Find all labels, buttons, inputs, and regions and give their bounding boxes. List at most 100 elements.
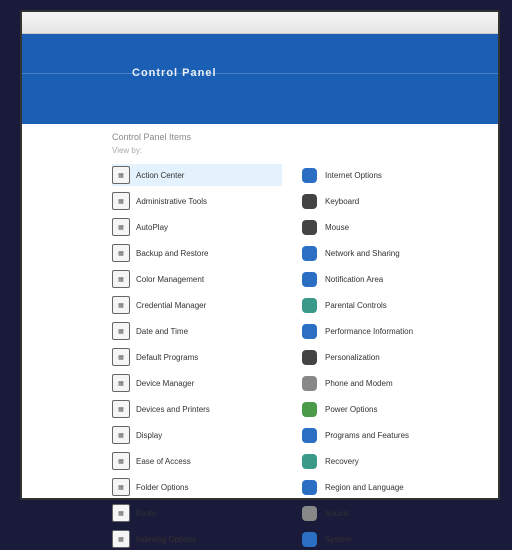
list-item[interactable]: ▦Display: [112, 424, 282, 446]
item-text: Ease of Access: [136, 457, 191, 466]
item-label: Internet Options: [325, 171, 382, 180]
item-text: Network and Sharing: [325, 249, 400, 258]
item-text: Notification Area: [325, 275, 383, 284]
list-item[interactable]: Keyboard: [302, 190, 512, 212]
item-label: Credential Manager: [136, 301, 206, 310]
item-icon: [302, 272, 317, 287]
list-item[interactable]: ▦ Color Management: [112, 268, 282, 290]
content-area: Control Panel Items View by: ▦Action Cen…: [22, 124, 498, 498]
item-icon: ▦: [112, 244, 130, 262]
titlebar[interactable]: [22, 12, 498, 34]
list-item[interactable]: ▦Device Manager: [112, 372, 282, 394]
item-text: Fonts: [136, 509, 156, 518]
item-text: Action Center: [136, 171, 184, 180]
item-icon: [302, 324, 317, 339]
item-icon: [302, 402, 317, 417]
view-by-label: View by:: [112, 146, 142, 155]
item-icon: [302, 428, 317, 443]
item-text: Folder Options: [136, 483, 188, 492]
item-text: Devices and Printers: [136, 405, 210, 414]
item-icon: [302, 246, 317, 261]
item-icon: [302, 194, 317, 209]
item-text: Performance Information: [325, 327, 413, 336]
list-item[interactable]: Mouse: [302, 216, 512, 238]
item-text: Region and Language: [325, 483, 404, 492]
list-item[interactable]: ▦ Devices and Printers: [112, 398, 282, 420]
item-text: Recovery: [325, 457, 359, 466]
item-label: Indexing Options: [136, 535, 196, 544]
breadcrumb[interactable]: Control Panel Items: [112, 132, 191, 142]
list-item[interactable]: System: [302, 528, 512, 550]
list-item[interactable]: Network and Sharing: [302, 242, 512, 264]
item-text: Date and Time: [136, 327, 188, 336]
list-item[interactable]: Sound: [302, 502, 512, 524]
list-item[interactable]: ▦ AutoPlay: [112, 216, 282, 238]
item-icon: [302, 168, 317, 183]
item-text: Display: [136, 431, 162, 440]
item-text: Keyboard: [325, 197, 359, 206]
item-label: Folder Options: [136, 483, 188, 492]
item-icon: [302, 480, 317, 495]
item-text: System: [325, 535, 352, 544]
item-text: Internet Options: [325, 171, 382, 180]
item-text: Device Manager: [136, 379, 194, 388]
list-item[interactable]: Parental Controls: [302, 294, 512, 316]
item-label: Personalization: [325, 353, 380, 362]
page-title: Control Panel: [132, 67, 217, 79]
list-item[interactable]: Internet Options: [302, 164, 512, 186]
list-item[interactable]: Programs and Features: [302, 424, 512, 446]
list-item[interactable]: ▦Folder Options: [112, 476, 282, 498]
list-item[interactable]: Performance Information: [302, 320, 512, 342]
item-icon: ▦: [112, 322, 130, 340]
item-icon: ▦: [112, 270, 130, 288]
list-item[interactable]: ▦Credential Manager: [112, 294, 282, 316]
item-label: Performance Information: [325, 327, 413, 336]
item-text: Parental Controls: [325, 301, 387, 310]
list-item[interactable]: Phone and Modem: [302, 372, 512, 394]
item-label: System: [325, 535, 352, 544]
item-text: Default Programs: [136, 353, 198, 362]
item-text: Phone and Modem: [325, 379, 393, 388]
item-text: Personalization: [325, 353, 380, 362]
list-item[interactable]: Personalization: [302, 346, 512, 368]
list-item[interactable]: ▦Indexing Options: [112, 528, 282, 550]
item-text: Power Options: [325, 405, 377, 414]
item-icon: [302, 350, 317, 365]
item-label: Notification Area: [325, 275, 383, 284]
item-icon: ▦: [112, 400, 130, 418]
list-item[interactable]: Notification Area: [302, 268, 512, 290]
item-icon: ▦: [112, 218, 130, 236]
column-2: Internet Options Keyboard Mouse Network and…: [302, 164, 512, 550]
list-item[interactable]: ▦ Date and Time: [112, 320, 282, 342]
item-label: Parental Controls: [325, 301, 387, 310]
list-item[interactable]: ▦Fonts: [112, 502, 282, 524]
item-text: AutoPlay: [136, 223, 168, 232]
item-text: Backup and Restore: [136, 249, 209, 258]
item-label: Sound: [325, 509, 348, 518]
item-label: Display: [136, 431, 162, 440]
item-icon: [302, 376, 317, 391]
item-label: Phone and Modem: [325, 379, 393, 388]
item-label: Network and Sharing: [325, 249, 400, 258]
item-text: Color Management: [136, 275, 204, 284]
item-text: Mouse: [325, 223, 349, 232]
list-item[interactable]: ▦Ease of Access: [112, 450, 282, 472]
list-item[interactable]: Power Options: [302, 398, 512, 420]
item-icon: ▦: [112, 348, 130, 366]
list-item[interactable]: ▦Action Center: [112, 164, 282, 186]
list-item[interactable]: Region and Language: [302, 476, 512, 498]
item-label: Recovery: [325, 457, 359, 466]
item-label: Device Manager: [136, 379, 194, 388]
list-item[interactable]: ▦ Default Programs: [112, 346, 282, 368]
item-label: Action Center: [136, 171, 184, 180]
item-text: Administrative Tools: [136, 197, 207, 206]
item-text: Credential Manager: [136, 301, 206, 310]
item-label: Date and Time: [136, 327, 188, 336]
list-item[interactable]: ▦ Backup and Restore: [112, 242, 282, 264]
item-text: Sound: [325, 509, 348, 518]
item-icon: [302, 298, 317, 313]
item-icon: [302, 532, 317, 547]
list-item[interactable]: ▦Administrative Tools: [112, 190, 282, 212]
item-label: Administrative Tools: [136, 197, 207, 206]
list-item[interactable]: Recovery: [302, 450, 512, 472]
